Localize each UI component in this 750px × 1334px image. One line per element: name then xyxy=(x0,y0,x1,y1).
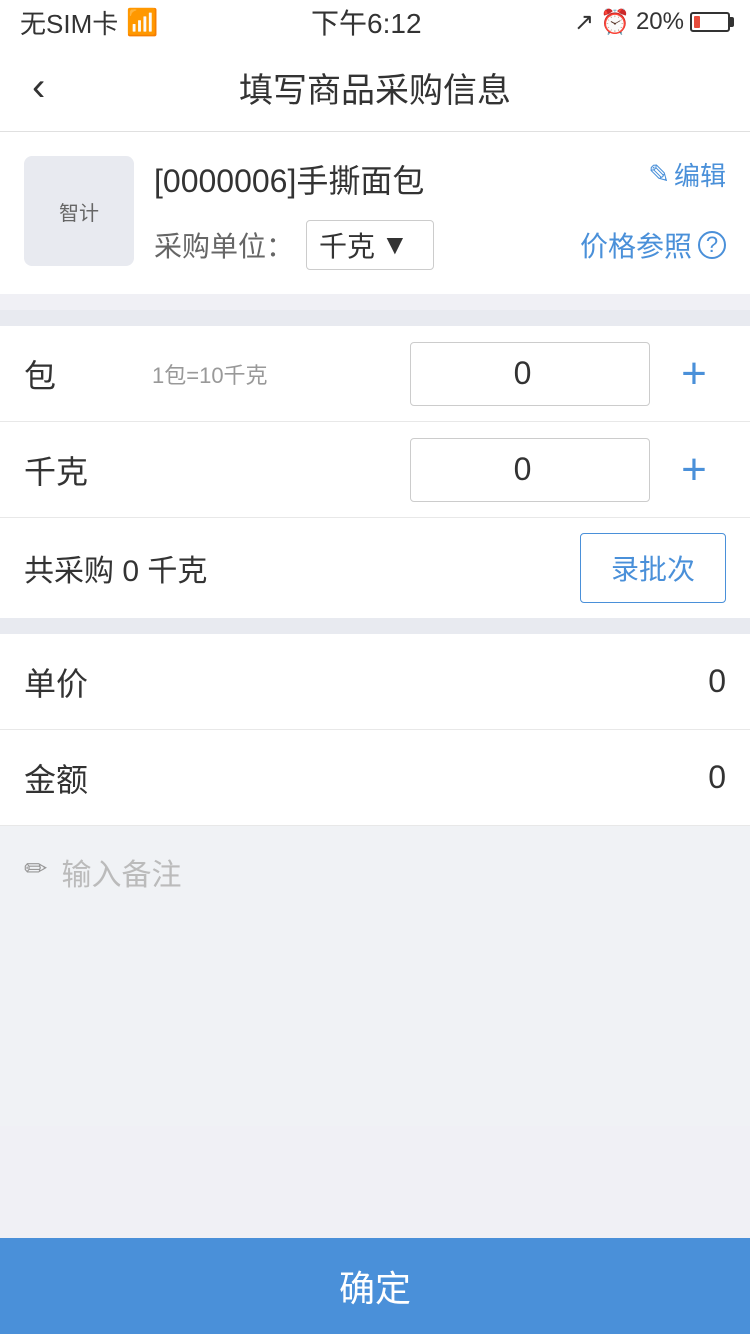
edit-icon: ✎ xyxy=(648,159,670,190)
edit-button[interactable]: ✎ 编辑 xyxy=(648,156,726,193)
divider-1 xyxy=(0,310,750,326)
status-left: 无SIM卡 📶 xyxy=(20,4,159,41)
unit-label: 采购单位： xyxy=(154,225,294,265)
total-row: 共采购 0 千克 录批次 xyxy=(0,518,750,618)
bag-input[interactable] xyxy=(410,342,650,406)
carrier-text: 无SIM卡 xyxy=(20,4,118,41)
bag-label: 包 xyxy=(24,351,144,397)
price-ref-button[interactable]: 价格参照 ? xyxy=(580,225,726,265)
dropdown-icon: ▼ xyxy=(381,229,409,261)
product-header: [0000006]手撕面包 ✎ 编辑 xyxy=(154,156,726,202)
unit-price-label: 单价 xyxy=(24,659,708,705)
status-time: 下午6:12 xyxy=(311,2,422,42)
kg-label: 千克 xyxy=(24,447,144,493)
product-info: [0000006]手撕面包 ✎ 编辑 采购单位： 千克 ▼ 价格参照 ? xyxy=(154,156,726,270)
status-right: ↗ ⏰ 20% xyxy=(574,8,730,37)
product-unit-row: 采购单位： 千克 ▼ 价格参照 ? xyxy=(154,220,726,270)
amount-row: 金额 0 xyxy=(0,730,750,826)
price-ref-label: 价格参照 xyxy=(580,225,692,265)
product-name: [0000006]手撕面包 xyxy=(154,156,424,202)
unit-value: 千克 xyxy=(319,225,375,265)
battery-icon xyxy=(690,12,730,32)
location-icon: ↗ xyxy=(574,8,594,37)
nav-bar: ‹ 填写商品采购信息 xyxy=(0,44,750,132)
unit-price-row: 单价 0 xyxy=(0,634,750,730)
product-logo: 智计 xyxy=(59,197,99,226)
note-area[interactable]: ✏ 输入备注 xyxy=(0,826,750,1126)
question-icon: ? xyxy=(698,231,726,259)
record-batch-button[interactable]: 录批次 xyxy=(580,533,726,603)
amount-value: 0 xyxy=(708,759,726,796)
note-placeholder: 输入备注 xyxy=(61,850,181,894)
unit-price-value: 0 xyxy=(708,663,726,700)
divider-2 xyxy=(0,618,750,634)
unit-select[interactable]: 千克 ▼ xyxy=(306,220,434,270)
edit-label: 编辑 xyxy=(674,156,726,193)
confirm-button[interactable]: 确定 xyxy=(0,1238,750,1334)
bag-input-row: 包 1包=10千克 + xyxy=(0,326,750,422)
total-label: 共采购 0 千克 xyxy=(24,546,580,590)
kg-input[interactable] xyxy=(410,438,650,502)
alarm-icon: ⏰ xyxy=(600,8,630,37)
product-card: 智计 [0000006]手撕面包 ✎ 编辑 采购单位： 千克 ▼ 价格参照 ? xyxy=(0,132,750,294)
amount-label: 金额 xyxy=(24,755,708,801)
bag-sub-label: 1包=10千克 xyxy=(152,358,268,390)
status-bar: 无SIM卡 📶 下午6:12 ↗ ⏰ 20% xyxy=(0,0,750,44)
battery-percent: 20% xyxy=(636,8,684,36)
product-thumbnail: 智计 xyxy=(24,156,134,266)
bag-plus-button[interactable]: + xyxy=(662,342,726,406)
pencil-icon: ✏ xyxy=(24,852,47,885)
kg-input-row: 千克 + xyxy=(0,422,750,518)
kg-plus-button[interactable]: + xyxy=(662,438,726,502)
back-button[interactable]: ‹ xyxy=(24,57,53,118)
wifi-icon: 📶 xyxy=(126,7,158,38)
unit-wrapper: 采购单位： 千克 ▼ xyxy=(154,220,434,270)
page-title: 填写商品采购信息 xyxy=(239,63,511,112)
